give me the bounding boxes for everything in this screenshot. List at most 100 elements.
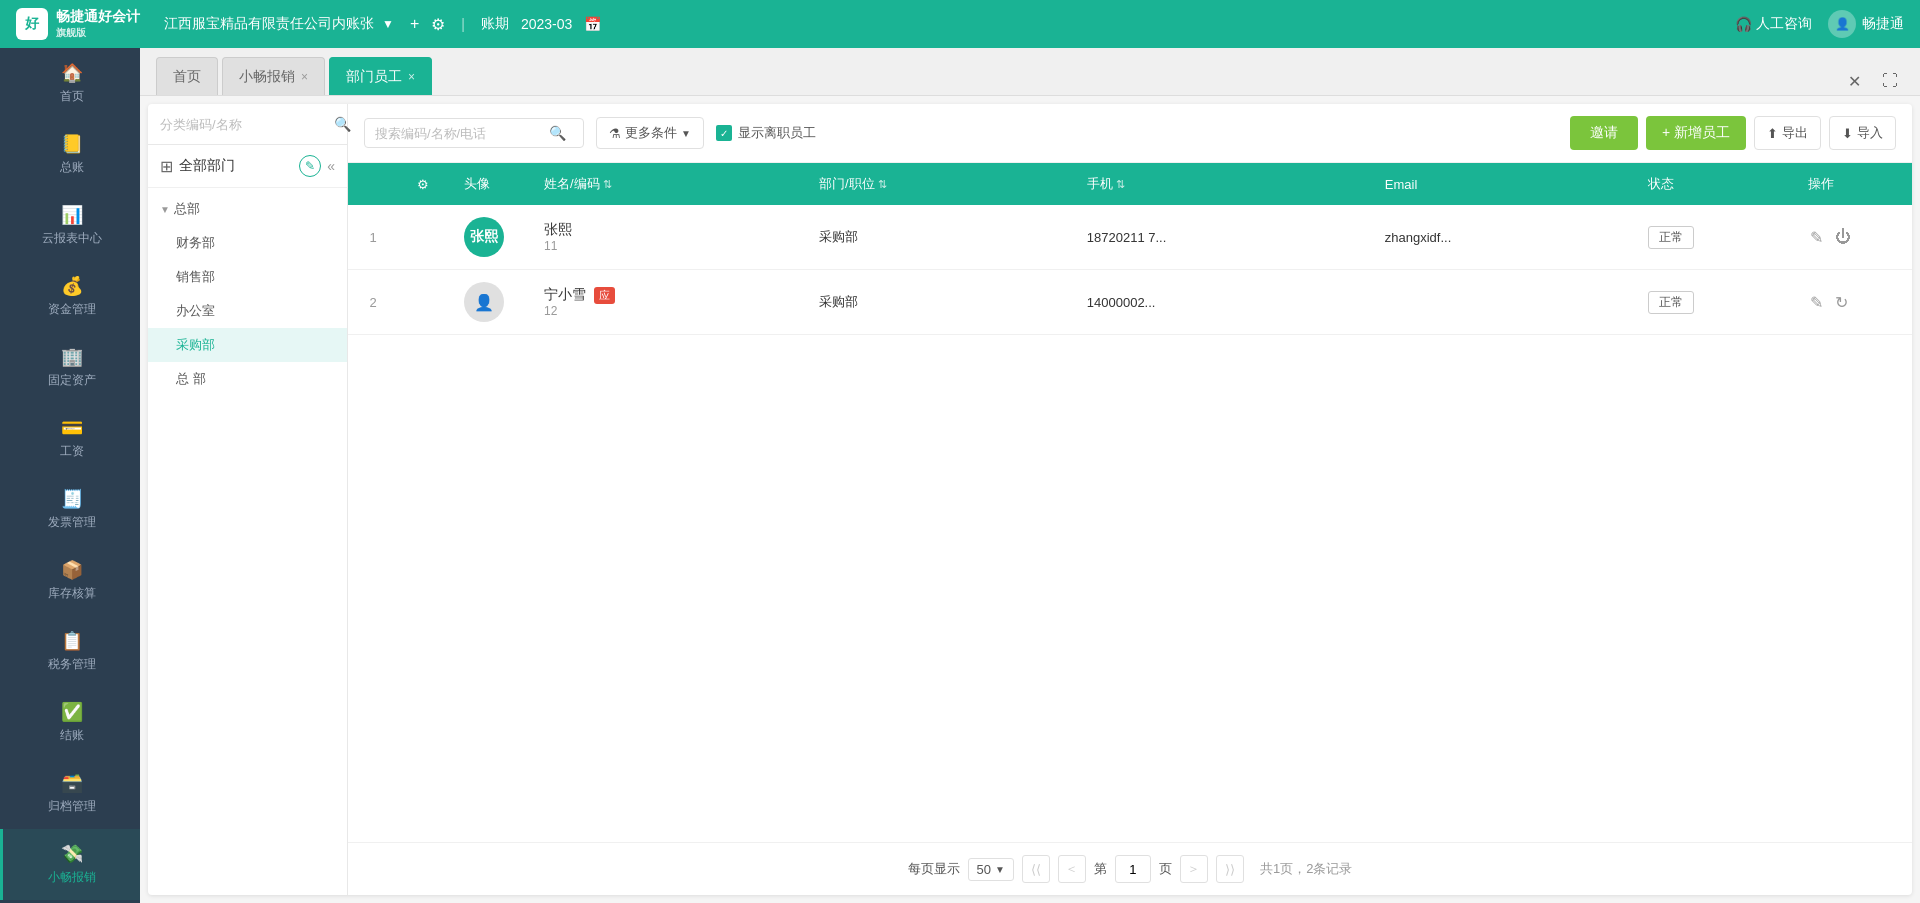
tab-dept-emp[interactable]: 部门员工 × [329, 57, 432, 95]
add-icon[interactable]: + [410, 15, 419, 33]
per-page-value: 50 [977, 862, 991, 877]
tab-expense[interactable]: 小畅报销 × [222, 57, 325, 95]
filter-button[interactable]: ⚗ 更多条件 ▼ [596, 117, 704, 149]
tab-dept-emp-close[interactable]: × [408, 70, 415, 84]
dept-item-purchase[interactable]: 采购部 [148, 328, 347, 362]
logout-button-1[interactable]: ⏻ [1833, 226, 1853, 248]
total-info: 共1页，2条记录 [1260, 860, 1352, 878]
employee-table-container: ⚙ 头像 姓名/编码 ⇅ 部门/职位 ⇅ [348, 163, 1912, 842]
sidebar-label-funds: 资金管理 [48, 301, 96, 318]
toolbar-right: 邀请 + 新增员工 ⬆ 导出 ⬇ 导入 [1570, 116, 1896, 150]
salary-icon: 💳 [61, 417, 83, 439]
sidebar-item-archive[interactable]: 🗃️ 归档管理 [0, 758, 140, 829]
inventory-icon: 📦 [61, 559, 83, 581]
export-button[interactable]: ⬆ 导出 [1754, 116, 1821, 150]
tab-expense-close[interactable]: × [301, 70, 308, 84]
tab-home[interactable]: 首页 [156, 57, 218, 95]
home-icon: 🏠 [61, 62, 83, 84]
sidebar-label-tax: 税务管理 [48, 656, 96, 673]
dept-group-header-general[interactable]: ▼ 总部 [148, 192, 347, 226]
sidebar-item-ledger[interactable]: 📒 总账 [0, 119, 140, 190]
col-settings[interactable]: ⚙ [398, 163, 448, 205]
sidebar-item-reports[interactable]: 📊 云报表中心 [0, 190, 140, 261]
first-page-button[interactable]: ⟨⟨ [1022, 855, 1050, 883]
row-index-2: 2 [348, 270, 398, 335]
logo-area[interactable]: 好 畅捷通好会计 旗舰版 [16, 8, 156, 40]
dept-search-input[interactable] [160, 117, 328, 132]
avatar-zhang: 张熙 [464, 217, 504, 257]
closing-icon: ✅ [61, 701, 83, 723]
sidebar-item-closing[interactable]: ✅ 结账 [0, 687, 140, 758]
sidebar-item-expense[interactable]: 💸 小畅报销 [0, 829, 140, 900]
calendar-icon[interactable]: 📅 [584, 16, 601, 32]
col-dept-position[interactable]: 部门/职位 ⇅ [803, 163, 1071, 205]
dept-item-label-sales: 销售部 [176, 269, 215, 284]
dept-collapse-button[interactable]: « [327, 158, 335, 174]
row-name-2: 宁小雪 应 12 [528, 270, 803, 335]
main-layout: 🏠 首页 📒 总账 📊 云报表中心 💰 资金管理 🏢 固定资产 💳 工资 🧾 发… [0, 48, 1920, 903]
expense-icon: 💸 [61, 843, 83, 865]
dropdown-icon[interactable]: ▼ [382, 17, 394, 31]
header-right: 🎧 人工咨询 👤 畅捷通 [1735, 10, 1904, 38]
prev-page-button[interactable]: ＜ [1058, 855, 1086, 883]
import-label: 导入 [1857, 124, 1883, 142]
last-page-button[interactable]: ⟩⟩ [1216, 855, 1244, 883]
tab-close-all-button[interactable]: ✕ [1840, 67, 1868, 95]
sort-name-icon: ⇅ [603, 178, 612, 190]
edit-button-1[interactable]: ✎ [1808, 226, 1825, 249]
sidebar-label-expense: 小畅报销 [48, 869, 96, 886]
sidebar-item-tax[interactable]: 📋 税务管理 [0, 616, 140, 687]
page-number-input[interactable] [1115, 855, 1151, 883]
add-employee-button[interactable]: + 新增员工 [1646, 116, 1746, 150]
employee-search-box: 🔍 [364, 118, 584, 148]
refresh-button-2[interactable]: ↻ [1833, 291, 1850, 314]
period-label: 账期 [481, 15, 509, 33]
sidebar-item-home[interactable]: 🏠 首页 [0, 48, 140, 119]
dept-arrow-icon: ▼ [160, 204, 170, 215]
row-status-1: 正常 [1632, 205, 1792, 270]
dept-item-office[interactable]: 办公室 [148, 294, 347, 328]
sidebar-item-invoice[interactable]: 🧾 发票管理 [0, 474, 140, 545]
col-status: 状态 [1632, 163, 1792, 205]
next-page-button[interactable]: ＞ [1180, 855, 1208, 883]
sidebar-item-assets[interactable]: 🏢 固定资产 [0, 332, 140, 403]
dept-item-general[interactable]: 总 部 [148, 362, 347, 396]
filter-label: 更多条件 [625, 124, 677, 142]
user-menu[interactable]: 👤 畅捷通 [1828, 10, 1904, 38]
dept-item-finance[interactable]: 财务部 [148, 226, 347, 260]
emp-toolbar: 🔍 ⚗ 更多条件 ▼ ✓ 显示离职员工 邀请 + 新增员工 [348, 104, 1912, 163]
sidebar-item-funds[interactable]: 💰 资金管理 [0, 261, 140, 332]
settings-icon[interactable]: ⚙ [431, 15, 445, 34]
show-resigned-toggle[interactable]: ✓ 显示离职员工 [716, 124, 816, 142]
import-button[interactable]: ⬇ 导入 [1829, 116, 1896, 150]
employee-panel: 🔍 ⚗ 更多条件 ▼ ✓ 显示离职员工 邀请 + 新增员工 [348, 104, 1912, 895]
sidebar-label-salary: 工资 [60, 443, 84, 460]
all-dept-label: 全部部门 [179, 157, 293, 175]
row-dept-1: 采购部 [803, 205, 1071, 270]
filter-icon: ⚗ [609, 126, 621, 141]
period-value: 2023-03 [521, 16, 572, 32]
show-resigned-checkbox[interactable]: ✓ [716, 125, 732, 141]
invite-button[interactable]: 邀请 [1570, 116, 1638, 150]
sidebar-label-assets: 固定资产 [48, 372, 96, 389]
col-phone[interactable]: 手机 ⇅ [1071, 163, 1369, 205]
dept-group-general: ▼ 总部 财务部 销售部 办公室 采购部 [148, 192, 347, 396]
sidebar-item-salary[interactable]: 💳 工资 [0, 403, 140, 474]
tab-maximize-button[interactable]: ⛶ [1876, 67, 1904, 95]
col-name-code[interactable]: 姓名/编码 ⇅ [528, 163, 803, 205]
service-button[interactable]: 🎧 人工咨询 [1735, 15, 1812, 33]
per-page-select[interactable]: 50 ▼ [968, 858, 1014, 881]
header-company[interactable]: 江西服宝精品有限责任公司内账张 ▼ + ⚙ | 账期 2023-03 📅 [164, 15, 601, 34]
headset-icon: 🎧 [1735, 16, 1752, 32]
page-content: 🔍 ⊞ 全部部门 ✎ « ▼ 总部 财务部 [148, 104, 1912, 895]
dept-edit-button[interactable]: ✎ [299, 155, 321, 177]
edit-button-2[interactable]: ✎ [1808, 291, 1825, 314]
sidebar-item-inventory[interactable]: 📦 库存核算 [0, 545, 140, 616]
content-area: 首页 小畅报销 × 部门员工 × ✕ ⛶ 🔍 [140, 48, 1920, 903]
employee-search-input[interactable] [375, 126, 543, 141]
dept-item-sales[interactable]: 销售部 [148, 260, 347, 294]
tab-expense-label: 小畅报销 [239, 68, 295, 86]
row-dept-2: 采购部 [803, 270, 1071, 335]
search-emp-icon[interactable]: 🔍 [549, 125, 566, 141]
row-settings-2 [398, 270, 448, 335]
